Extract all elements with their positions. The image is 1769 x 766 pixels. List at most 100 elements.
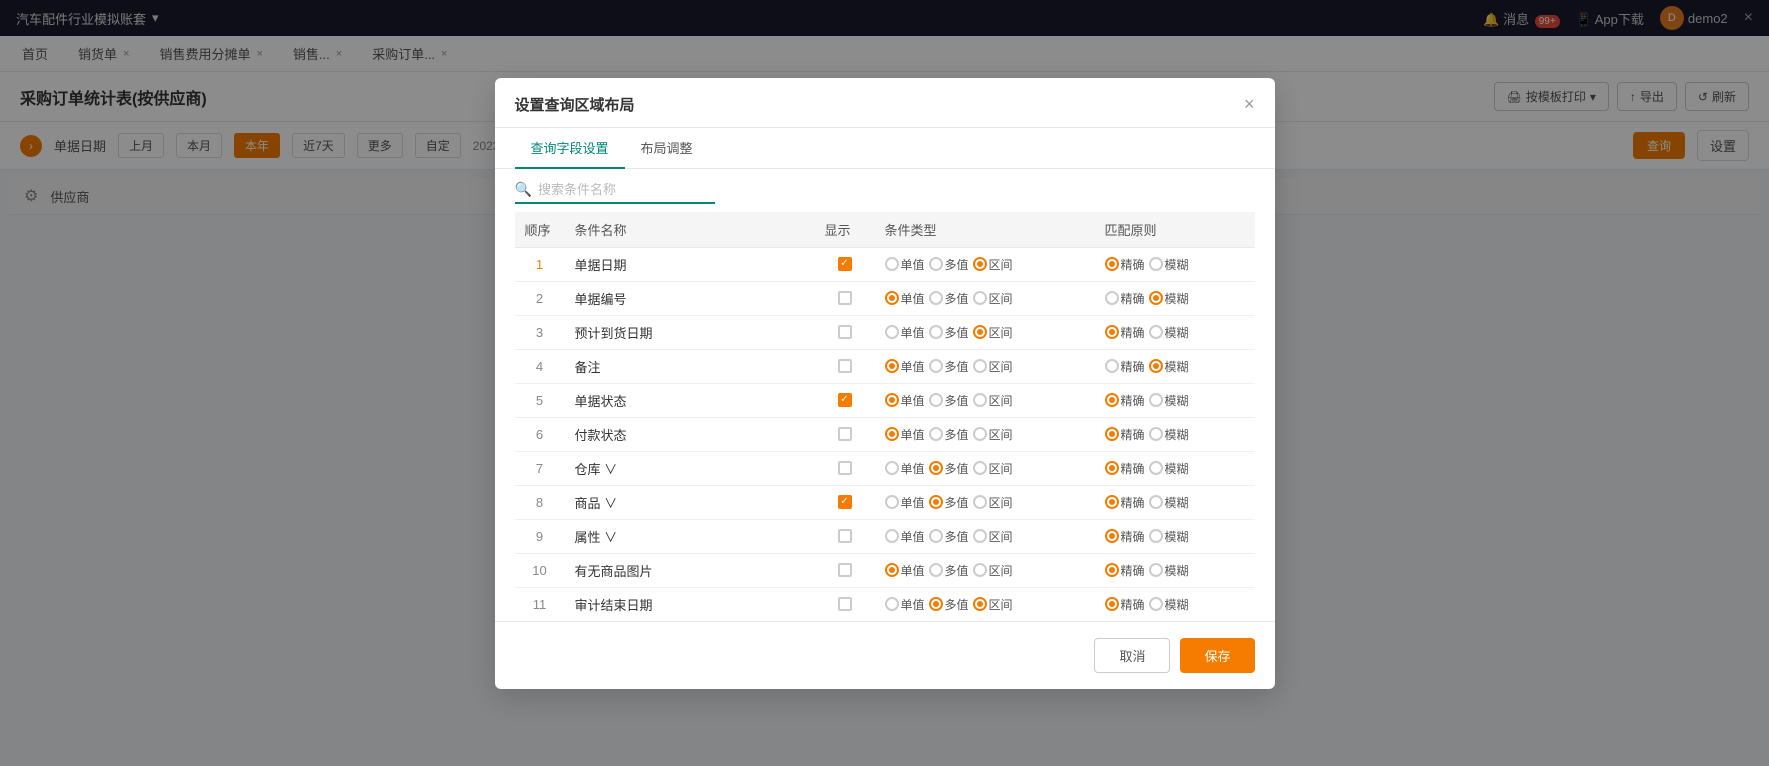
type-radio-item[interactable]: 单值 [885, 392, 925, 409]
type-radio-item[interactable]: 单值 [885, 426, 925, 443]
row-show[interactable] [815, 587, 875, 621]
radio-circle [929, 291, 943, 305]
radio-circle [1105, 325, 1119, 339]
tab-query-fields[interactable]: 查询字段设置 [515, 128, 625, 169]
show-checkbox[interactable] [838, 291, 852, 305]
rule-radio-item[interactable]: 精确 [1105, 290, 1145, 307]
type-radio-item[interactable]: 多值 [929, 562, 969, 579]
type-radio-item[interactable]: 单值 [885, 290, 925, 307]
show-checkbox[interactable] [838, 393, 852, 407]
row-show[interactable] [815, 315, 875, 349]
rule-radio-item[interactable]: 精确 [1105, 392, 1145, 409]
row-name: 审计结束日期 [565, 587, 815, 621]
rule-radio-item[interactable]: 模糊 [1149, 256, 1189, 273]
row-show[interactable] [815, 383, 875, 417]
rule-radio-item[interactable]: 模糊 [1149, 596, 1189, 613]
radio-label: 模糊 [1165, 528, 1189, 545]
row-name: 预计到货日期 [565, 315, 815, 349]
type-radio-item[interactable]: 多值 [929, 460, 969, 477]
type-radio-item[interactable]: 单值 [885, 324, 925, 341]
rule-radio-item[interactable]: 模糊 [1149, 324, 1189, 341]
rule-radio-item[interactable]: 模糊 [1149, 460, 1189, 477]
search-input[interactable] [538, 182, 698, 197]
rule-radio-item[interactable]: 精确 [1105, 426, 1145, 443]
rule-radio-item[interactable]: 精确 [1105, 596, 1145, 613]
type-radio-item[interactable]: 区间 [973, 324, 1013, 341]
rule-radio-item[interactable]: 模糊 [1149, 290, 1189, 307]
type-radio-item[interactable]: 多值 [929, 256, 969, 273]
type-radio-item[interactable]: 区间 [973, 426, 1013, 443]
type-radio-item[interactable]: 区间 [973, 562, 1013, 579]
type-radio-item[interactable]: 多值 [929, 528, 969, 545]
show-checkbox[interactable] [838, 461, 852, 475]
type-radio-item[interactable]: 多值 [929, 358, 969, 375]
row-show[interactable] [815, 519, 875, 553]
show-checkbox[interactable] [838, 597, 852, 611]
type-radio-item[interactable]: 单值 [885, 562, 925, 579]
type-radio-item[interactable]: 单值 [885, 256, 925, 273]
radio-label: 单值 [901, 528, 925, 545]
show-checkbox[interactable] [838, 529, 852, 543]
row-order: 9 [515, 519, 565, 553]
type-radio-item[interactable]: 区间 [973, 358, 1013, 375]
type-radio-item[interactable]: 区间 [973, 290, 1013, 307]
type-radio-item[interactable]: 单值 [885, 528, 925, 545]
rule-radio-item[interactable]: 精确 [1105, 494, 1145, 511]
row-show[interactable] [815, 451, 875, 485]
row-rule: 精确模糊 [1095, 587, 1255, 621]
radio-circle [973, 461, 987, 475]
rule-radio-item[interactable]: 模糊 [1149, 392, 1189, 409]
type-radio-item[interactable]: 区间 [973, 460, 1013, 477]
row-show[interactable] [815, 281, 875, 315]
type-radio-item[interactable]: 区间 [973, 596, 1013, 613]
row-show[interactable] [815, 247, 875, 281]
radio-circle [1105, 597, 1119, 611]
type-radio-item[interactable]: 多值 [929, 392, 969, 409]
type-radio-item[interactable]: 多值 [929, 596, 969, 613]
modal-close-button[interactable]: × [1244, 95, 1255, 113]
row-type: 单值多值区间 [875, 383, 1095, 417]
type-radio-item[interactable]: 单值 [885, 460, 925, 477]
type-radio-item[interactable]: 单值 [885, 494, 925, 511]
radio-label: 精确 [1121, 426, 1145, 443]
show-checkbox[interactable] [838, 495, 852, 509]
save-button[interactable]: 保存 [1180, 638, 1254, 673]
type-radio-item[interactable]: 多值 [929, 290, 969, 307]
type-radio-item[interactable]: 单值 [885, 596, 925, 613]
show-checkbox[interactable] [838, 257, 852, 271]
rule-radio-item[interactable]: 模糊 [1149, 562, 1189, 579]
row-show[interactable] [815, 417, 875, 451]
rule-radio-item[interactable]: 模糊 [1149, 528, 1189, 545]
type-radio-item[interactable]: 区间 [973, 494, 1013, 511]
show-checkbox[interactable] [838, 563, 852, 577]
radio-label: 区间 [989, 256, 1013, 273]
type-radio-item[interactable]: 区间 [973, 392, 1013, 409]
type-radio-item[interactable]: 区间 [973, 528, 1013, 545]
rule-radio-item[interactable]: 精确 [1105, 528, 1145, 545]
rule-radio-item[interactable]: 模糊 [1149, 426, 1189, 443]
row-show[interactable] [815, 553, 875, 587]
rule-radio-item[interactable]: 精确 [1105, 460, 1145, 477]
table-row: 11审计结束日期单值多值区间精确模糊 [515, 587, 1255, 621]
rule-radio-item[interactable]: 精确 [1105, 562, 1145, 579]
radio-label: 精确 [1121, 494, 1145, 511]
rule-radio-item[interactable]: 精确 [1105, 324, 1145, 341]
tab-layout[interactable]: 布局调整 [625, 128, 709, 169]
row-show[interactable] [815, 485, 875, 519]
type-radio-item[interactable]: 多值 [929, 426, 969, 443]
row-show[interactable] [815, 349, 875, 383]
show-checkbox[interactable] [838, 427, 852, 441]
cancel-button[interactable]: 取消 [1094, 638, 1170, 673]
show-checkbox[interactable] [838, 325, 852, 339]
type-radio-item[interactable]: 多值 [929, 494, 969, 511]
rule-radio-item[interactable]: 模糊 [1149, 358, 1189, 375]
show-checkbox[interactable] [838, 359, 852, 373]
table-row: 2单据编号单值多值区间精确模糊 [515, 281, 1255, 315]
type-radio-item[interactable]: 多值 [929, 324, 969, 341]
type-radio-item[interactable]: 单值 [885, 358, 925, 375]
rule-radio-item[interactable]: 精确 [1105, 358, 1145, 375]
type-radio-item[interactable]: 区间 [973, 256, 1013, 273]
rule-radio-item[interactable]: 模糊 [1149, 494, 1189, 511]
radio-circle [885, 325, 899, 339]
rule-radio-item[interactable]: 精确 [1105, 256, 1145, 273]
